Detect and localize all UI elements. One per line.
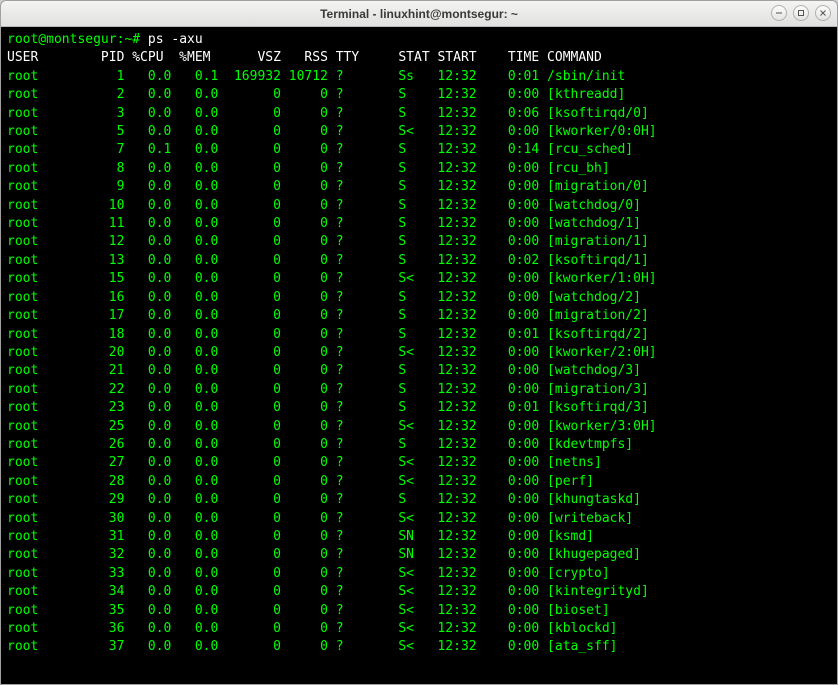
- prompt-line: root@montsegur:~# ps -axu: [7, 31, 831, 49]
- minimize-icon: [775, 9, 783, 17]
- process-row: root 31 0.0 0.0 0 0 ? SN 12:32 0:00 [ksm…: [7, 528, 831, 546]
- process-row: root 1 0.0 0.1 169932 10712 ? Ss 12:32 0…: [7, 68, 831, 86]
- process-row: root 37 0.0 0.0 0 0 ? S< 12:32 0:00 [ata…: [7, 638, 831, 656]
- close-icon: [819, 9, 827, 17]
- terminal-window: Terminal - linuxhint@montsegur: ~ root@m…: [0, 0, 838, 685]
- process-row: root 5 0.0 0.0 0 0 ? S< 12:32 0:00 [kwor…: [7, 123, 831, 141]
- command-text: ps -axu: [148, 32, 203, 47]
- process-row: root 33 0.0 0.0 0 0 ? S< 12:32 0:00 [cry…: [7, 565, 831, 583]
- minimize-button[interactable]: [771, 5, 787, 21]
- process-row: root 3 0.0 0.0 0 0 ? S 12:32 0:06 [ksoft…: [7, 105, 831, 123]
- process-row: root 35 0.0 0.0 0 0 ? S< 12:32 0:00 [bio…: [7, 602, 831, 620]
- process-row: root 11 0.0 0.0 0 0 ? S 12:32 0:00 [watc…: [7, 215, 831, 233]
- process-row: root 8 0.0 0.0 0 0 ? S 12:32 0:00 [rcu_b…: [7, 160, 831, 178]
- window-controls: [771, 5, 831, 21]
- process-row: root 34 0.0 0.0 0 0 ? S< 12:32 0:00 [kin…: [7, 583, 831, 601]
- terminal-output[interactable]: root@montsegur:~# ps -axuUSER PID %CPU %…: [1, 27, 837, 684]
- process-row: root 27 0.0 0.0 0 0 ? S< 12:32 0:00 [net…: [7, 454, 831, 472]
- process-row: root 30 0.0 0.0 0 0 ? S< 12:32 0:00 [wri…: [7, 510, 831, 528]
- maximize-button[interactable]: [793, 5, 809, 21]
- window-title: Terminal - linuxhint@montsegur: ~: [1, 7, 837, 21]
- process-row: root 18 0.0 0.0 0 0 ? S 12:32 0:01 [ksof…: [7, 326, 831, 344]
- process-row: root 29 0.0 0.0 0 0 ? S 12:32 0:00 [khun…: [7, 491, 831, 509]
- process-row: root 10 0.0 0.0 0 0 ? S 12:32 0:00 [watc…: [7, 197, 831, 215]
- process-row: root 32 0.0 0.0 0 0 ? SN 12:32 0:00 [khu…: [7, 546, 831, 564]
- process-row: root 12 0.0 0.0 0 0 ? S 12:32 0:00 [migr…: [7, 233, 831, 251]
- process-row: root 28 0.0 0.0 0 0 ? S< 12:32 0:00 [per…: [7, 473, 831, 491]
- process-row: root 2 0.0 0.0 0 0 ? S 12:32 0:00 [kthre…: [7, 86, 831, 104]
- process-row: root 36 0.0 0.0 0 0 ? S< 12:32 0:00 [kbl…: [7, 620, 831, 638]
- process-row: root 17 0.0 0.0 0 0 ? S 12:32 0:00 [migr…: [7, 307, 831, 325]
- process-row: root 22 0.0 0.0 0 0 ? S 12:32 0:00 [migr…: [7, 381, 831, 399]
- process-row: root 7 0.1 0.0 0 0 ? S 12:32 0:14 [rcu_s…: [7, 141, 831, 159]
- process-row: root 15 0.0 0.0 0 0 ? S< 12:32 0:00 [kwo…: [7, 270, 831, 288]
- process-row: root 9 0.0 0.0 0 0 ? S 12:32 0:00 [migra…: [7, 178, 831, 196]
- process-row: root 23 0.0 0.0 0 0 ? S 12:32 0:01 [ksof…: [7, 399, 831, 417]
- maximize-icon: [797, 9, 805, 17]
- process-row: root 20 0.0 0.0 0 0 ? S< 12:32 0:00 [kwo…: [7, 344, 831, 362]
- process-row: root 26 0.0 0.0 0 0 ? S 12:32 0:00 [kdev…: [7, 436, 831, 454]
- process-header: USER PID %CPU %MEM VSZ RSS TTY STAT STAR…: [7, 49, 831, 67]
- close-button[interactable]: [815, 5, 831, 21]
- titlebar[interactable]: Terminal - linuxhint@montsegur: ~: [1, 1, 837, 27]
- process-row: root 16 0.0 0.0 0 0 ? S 12:32 0:00 [watc…: [7, 289, 831, 307]
- process-row: root 21 0.0 0.0 0 0 ? S 12:32 0:00 [watc…: [7, 362, 831, 380]
- process-row: root 25 0.0 0.0 0 0 ? S< 12:32 0:00 [kwo…: [7, 418, 831, 436]
- process-row: root 13 0.0 0.0 0 0 ? S 12:32 0:02 [ksof…: [7, 252, 831, 270]
- prompt-text: root@montsegur:~#: [7, 32, 140, 47]
